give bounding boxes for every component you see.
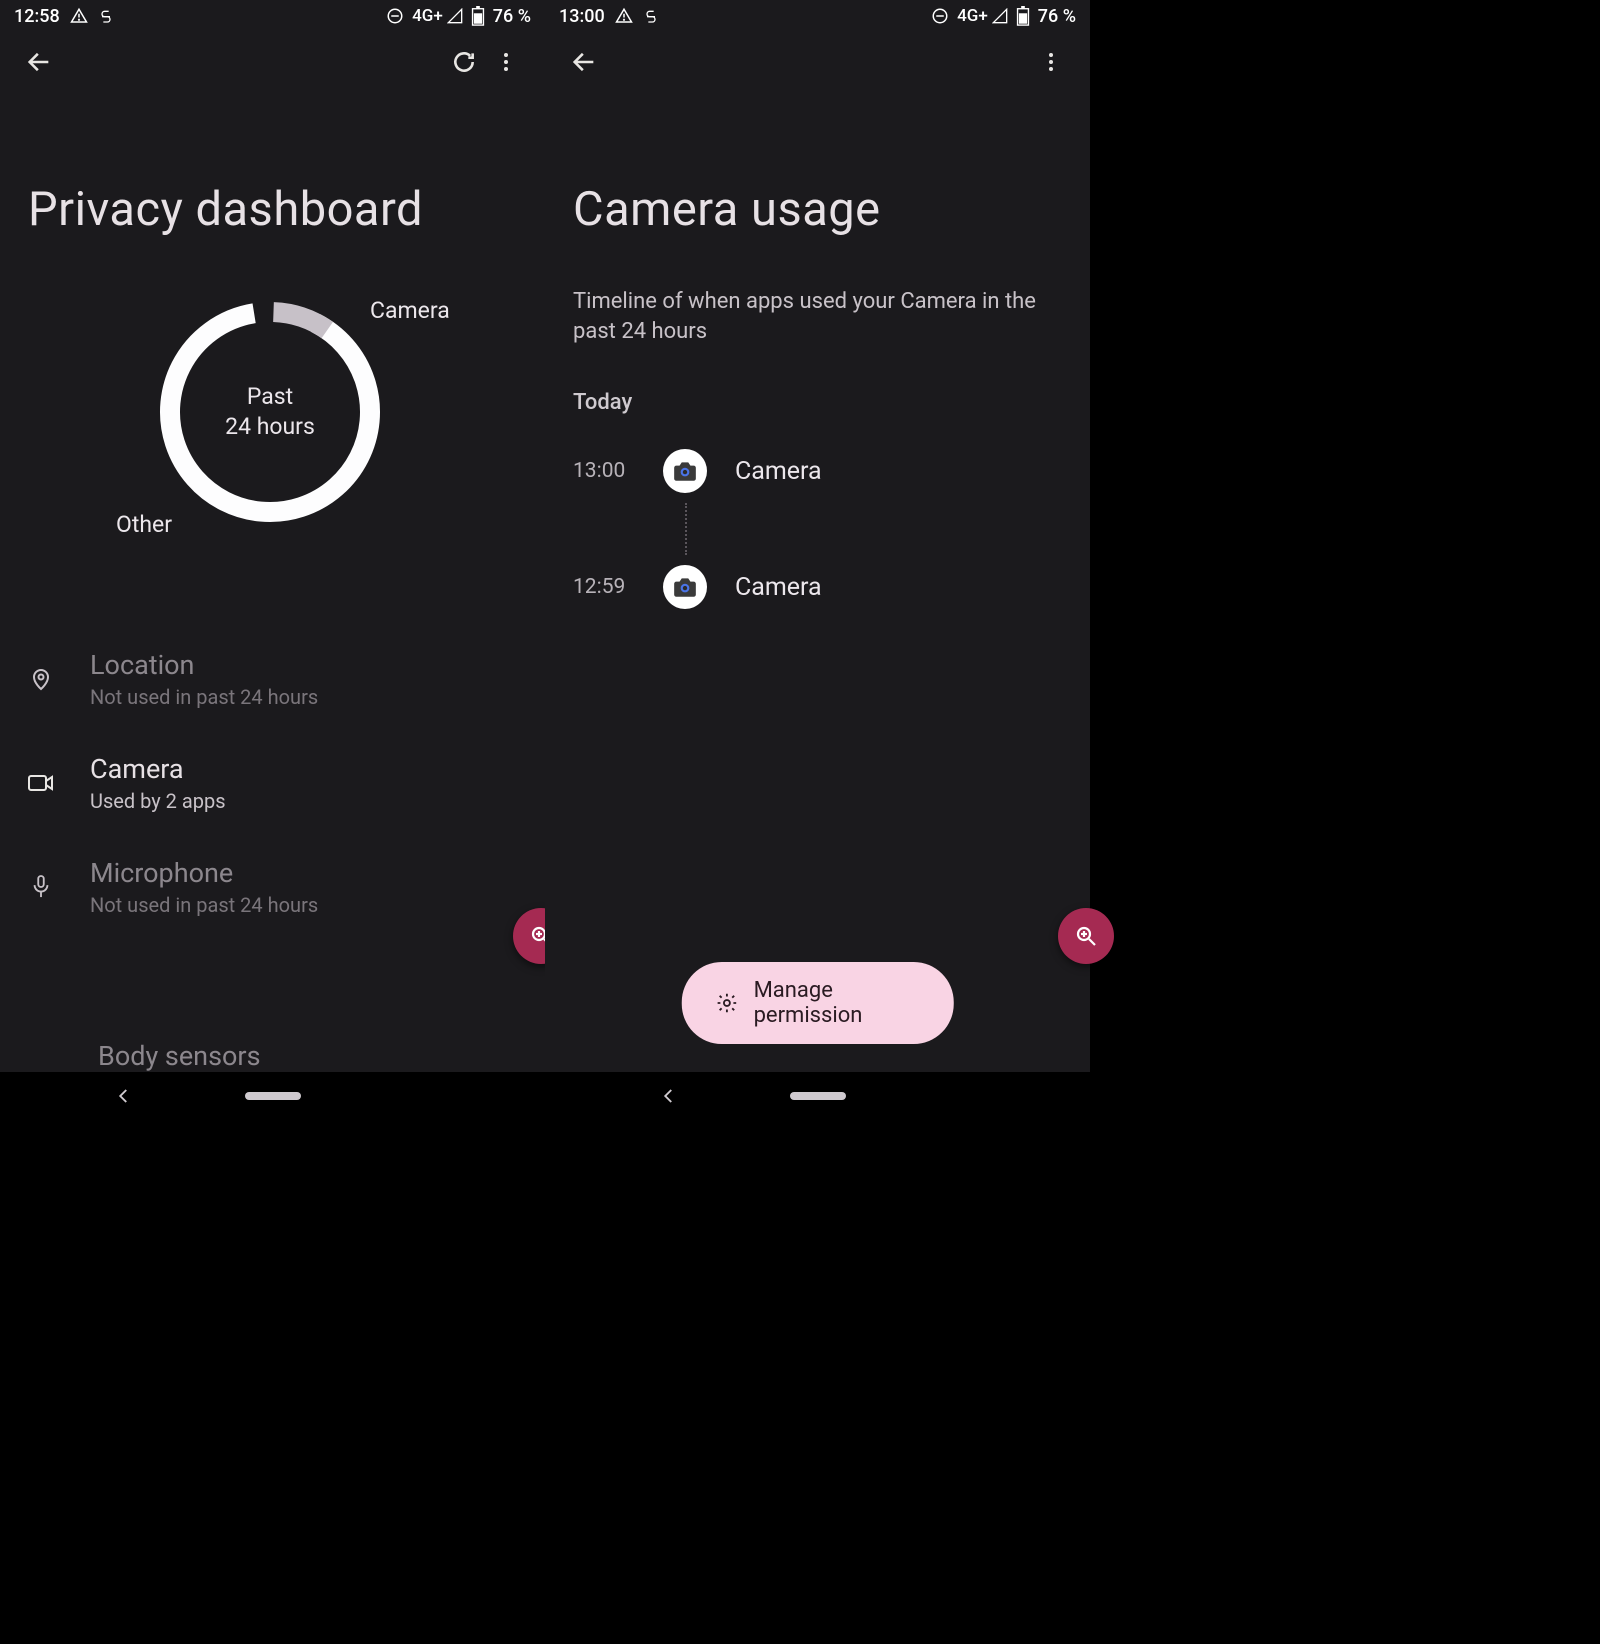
zoom-in-icon <box>1074 924 1098 948</box>
battery-icon <box>1016 6 1030 26</box>
usage-donut-chart: Past 24 hours Camera Other <box>0 287 545 587</box>
back-arrow-icon <box>25 48 53 76</box>
signal-icon <box>992 8 1008 24</box>
app-bar <box>0 32 545 92</box>
gear-icon <box>715 990 737 1016</box>
signal-icon <box>447 8 463 24</box>
battery-percent: 76 % <box>493 6 531 27</box>
warning-triangle-icon <box>70 7 88 25</box>
more-vert-icon <box>494 50 518 74</box>
battery-percent: 76 % <box>1038 6 1076 27</box>
perm-title: Microphone <box>90 857 318 889</box>
camera-app-icon <box>672 458 698 484</box>
donut-center-label: Past 24 hours <box>145 287 395 537</box>
s-badge-icon <box>98 8 114 24</box>
nav-back-icon[interactable] <box>115 1087 133 1105</box>
location-pin-icon <box>29 665 53 693</box>
usage-app-name: Camera <box>735 457 822 486</box>
manage-permission-label: Manage permission <box>754 978 920 1028</box>
timeline-connector <box>685 503 1090 555</box>
more-button[interactable] <box>485 41 527 83</box>
nav-back-icon[interactable] <box>660 1087 678 1105</box>
perm-sub: Used by 2 apps <box>90 789 226 813</box>
refresh-button[interactable] <box>443 41 485 83</box>
status-bar: 12:58 4G+ 76 % <box>0 0 545 32</box>
back-arrow-icon <box>570 48 598 76</box>
nav-pill[interactable] <box>790 1092 846 1100</box>
donut-label-other: Other <box>116 511 172 538</box>
network-type: 4G+ <box>957 6 988 26</box>
zoom-fab[interactable] <box>1058 908 1114 964</box>
refresh-icon <box>451 49 477 75</box>
status-bar: 13:00 4G+ 76 % <box>545 0 1090 32</box>
app-bar <box>545 32 1090 92</box>
permission-list: Location Not used in past 24 hours Camer… <box>0 587 545 939</box>
left-screenshot: 12:58 4G+ 76 % Privacy dashboard <box>0 0 545 1120</box>
usage-app-name: Camera <box>735 573 822 602</box>
status-time: 13:00 <box>559 6 605 27</box>
perm-title: Camera <box>90 753 226 785</box>
app-icon-camera <box>663 449 707 493</box>
camera-outline-icon <box>27 772 55 794</box>
battery-icon <box>471 6 485 26</box>
more-button[interactable] <box>1030 41 1072 83</box>
dnd-icon <box>931 7 949 25</box>
warning-triangle-icon <box>615 7 633 25</box>
perm-title: Location <box>90 649 318 681</box>
microphone-icon <box>30 873 52 901</box>
usage-time: 13:00 <box>573 459 635 483</box>
section-today: Today <box>545 390 1090 439</box>
status-time: 12:58 <box>14 6 60 27</box>
usage-time: 12:59 <box>573 575 635 599</box>
more-vert-icon <box>1039 50 1063 74</box>
page-title: Camera usage <box>545 92 1090 287</box>
perm-sub: Not used in past 24 hours <box>90 685 318 709</box>
s-badge-icon <box>643 8 659 24</box>
perm-row-location[interactable]: Location Not used in past 24 hours <box>0 627 545 731</box>
camera-app-icon <box>672 574 698 600</box>
page-subtitle: Timeline of when apps used your Camera i… <box>545 287 1090 390</box>
back-button[interactable] <box>18 41 60 83</box>
usage-row[interactable]: 13:00 Camera <box>545 439 1090 503</box>
dnd-icon <box>386 7 404 25</box>
perm-row-camera[interactable]: Camera Used by 2 apps <box>0 731 545 835</box>
manage-permission-button[interactable]: Manage permission <box>681 962 954 1044</box>
perm-row-microphone[interactable]: Microphone Not used in past 24 hours <box>0 835 545 939</box>
nav-pill[interactable] <box>245 1092 301 1100</box>
back-button[interactable] <box>563 41 605 83</box>
perm-sub: Not used in past 24 hours <box>90 893 318 917</box>
network-type: 4G+ <box>412 6 443 26</box>
right-screenshot: 13:00 4G+ 76 % Camera usage Timeline of … <box>545 0 1090 1120</box>
donut-label-camera: Camera <box>370 297 450 324</box>
app-icon-camera <box>663 565 707 609</box>
usage-row[interactable]: 12:59 Camera <box>545 555 1090 619</box>
system-nav-bar <box>545 1072 1090 1120</box>
system-nav-bar <box>0 1072 545 1120</box>
perm-row-body-sensors-cutoff[interactable]: Body sensors <box>98 1040 261 1072</box>
page-title: Privacy dashboard <box>0 92 545 287</box>
